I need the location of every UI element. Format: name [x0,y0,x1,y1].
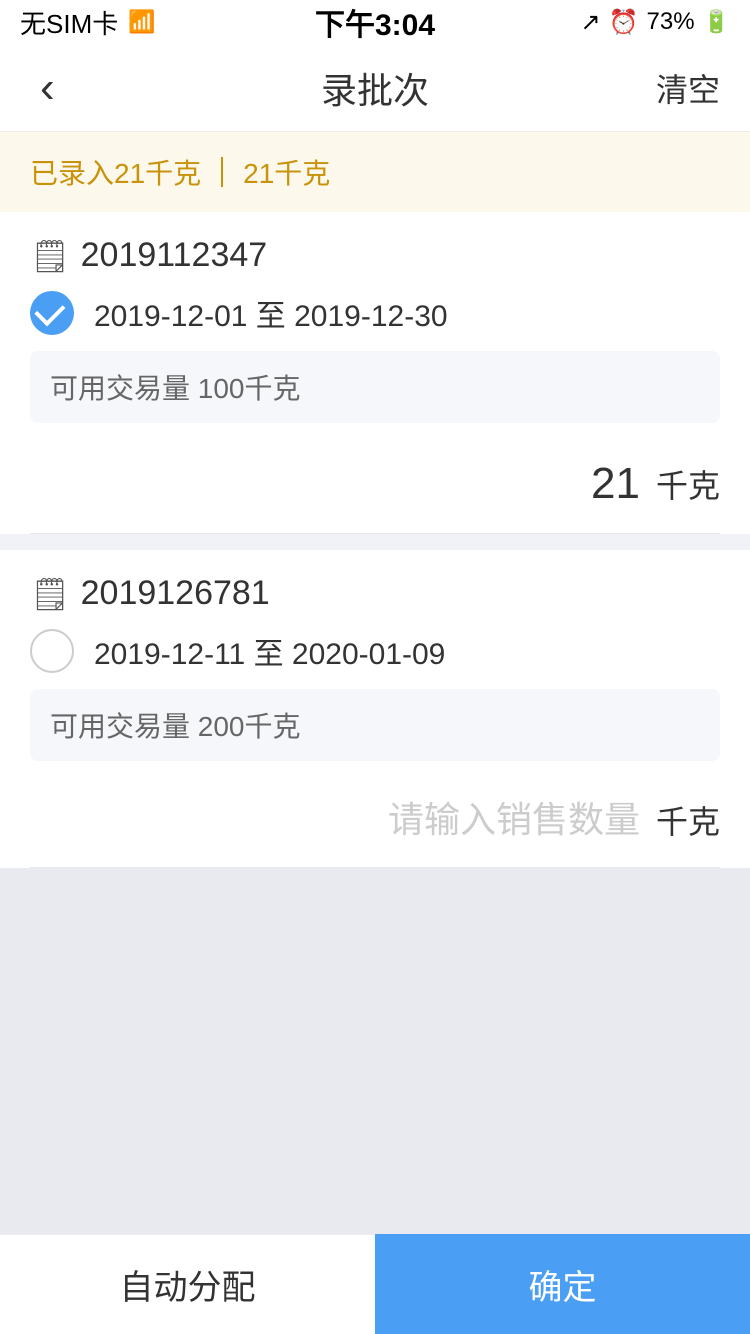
confirm-button[interactable]: 确定 [375,1234,750,1334]
alarm-icon: ⏰ [609,8,639,37]
clear-button[interactable]: 清空 [656,65,720,111]
quantity-input-2[interactable] [340,799,640,841]
location-icon: ↗ [581,8,601,37]
status-bar: 无SIM卡 📶 下午3:04 ↗ ⏰ 73% 🔋 [0,0,750,44]
batch-id-1: 2019112347 [81,236,268,275]
batch-quantity-row-2: 千克 [30,777,720,868]
batch-date-1: 2019-12-01 至 2019-12-30 [94,291,448,335]
batch-radio-1[interactable] [30,291,74,335]
auto-distribute-button[interactable]: 自动分配 [0,1234,375,1334]
page-title: 录批次 [321,62,429,114]
batch-card-1: 🗒 2019112347 2019-12-01 至 2019-12-30 可用交… [0,212,750,534]
batch-avail-text-2: 可用交易量 200千克 [50,711,301,742]
battery-percent: 73% [647,8,695,36]
batch-radio-2[interactable] [30,629,74,673]
card-separator-1 [0,534,750,550]
status-right: ↗ ⏰ 73% 🔋 [581,8,730,37]
batch-date-row-2: 2019-12-11 至 2020-01-09 [30,629,720,673]
quantity-value-1: 21 [591,459,640,509]
wifi-icon: 📶 [128,9,155,35]
info-amount: 21千克 [243,152,330,192]
status-time: 下午3:04 [315,0,435,44]
batch-header-2: 🗒 2019126781 [30,574,720,613]
recorded-label: 已录入21千克 [30,152,201,192]
batch-avail-2: 可用交易量 200千克 [30,689,720,761]
sim-text: 无SIM卡 [20,4,118,41]
batch-avail-1: 可用交易量 100千克 [30,351,720,423]
status-left: 无SIM卡 📶 [20,4,156,41]
batch-quantity-row-1: 21 千克 [30,439,720,534]
doc-icon-2: 🗒 [30,575,71,613]
quantity-unit-2: 千克 [656,797,720,843]
batch-card-2: 🗒 2019126781 2019-12-11 至 2020-01-09 可用交… [0,550,750,868]
batch-date-2: 2019-12-11 至 2020-01-09 [94,629,445,673]
batch-avail-text-1: 可用交易量 100千克 [50,373,301,404]
info-banner: 已录入21千克 21千克 [0,132,750,212]
batch-date-row-1: 2019-12-01 至 2019-12-30 [30,291,720,335]
info-divider [221,157,223,187]
battery-icon: 🔋 [703,9,730,35]
footer: 自动分配 确定 [0,1234,750,1334]
doc-icon-1: 🗒 [30,237,71,275]
nav-bar: ‹ 录批次 清空 [0,44,750,132]
bottom-area [0,868,750,1268]
batch-id-2: 2019126781 [81,574,270,613]
quantity-unit-1: 千克 [656,461,720,507]
batch-header-1: 🗒 2019112347 [30,236,720,275]
back-button[interactable]: ‹ [30,53,65,123]
